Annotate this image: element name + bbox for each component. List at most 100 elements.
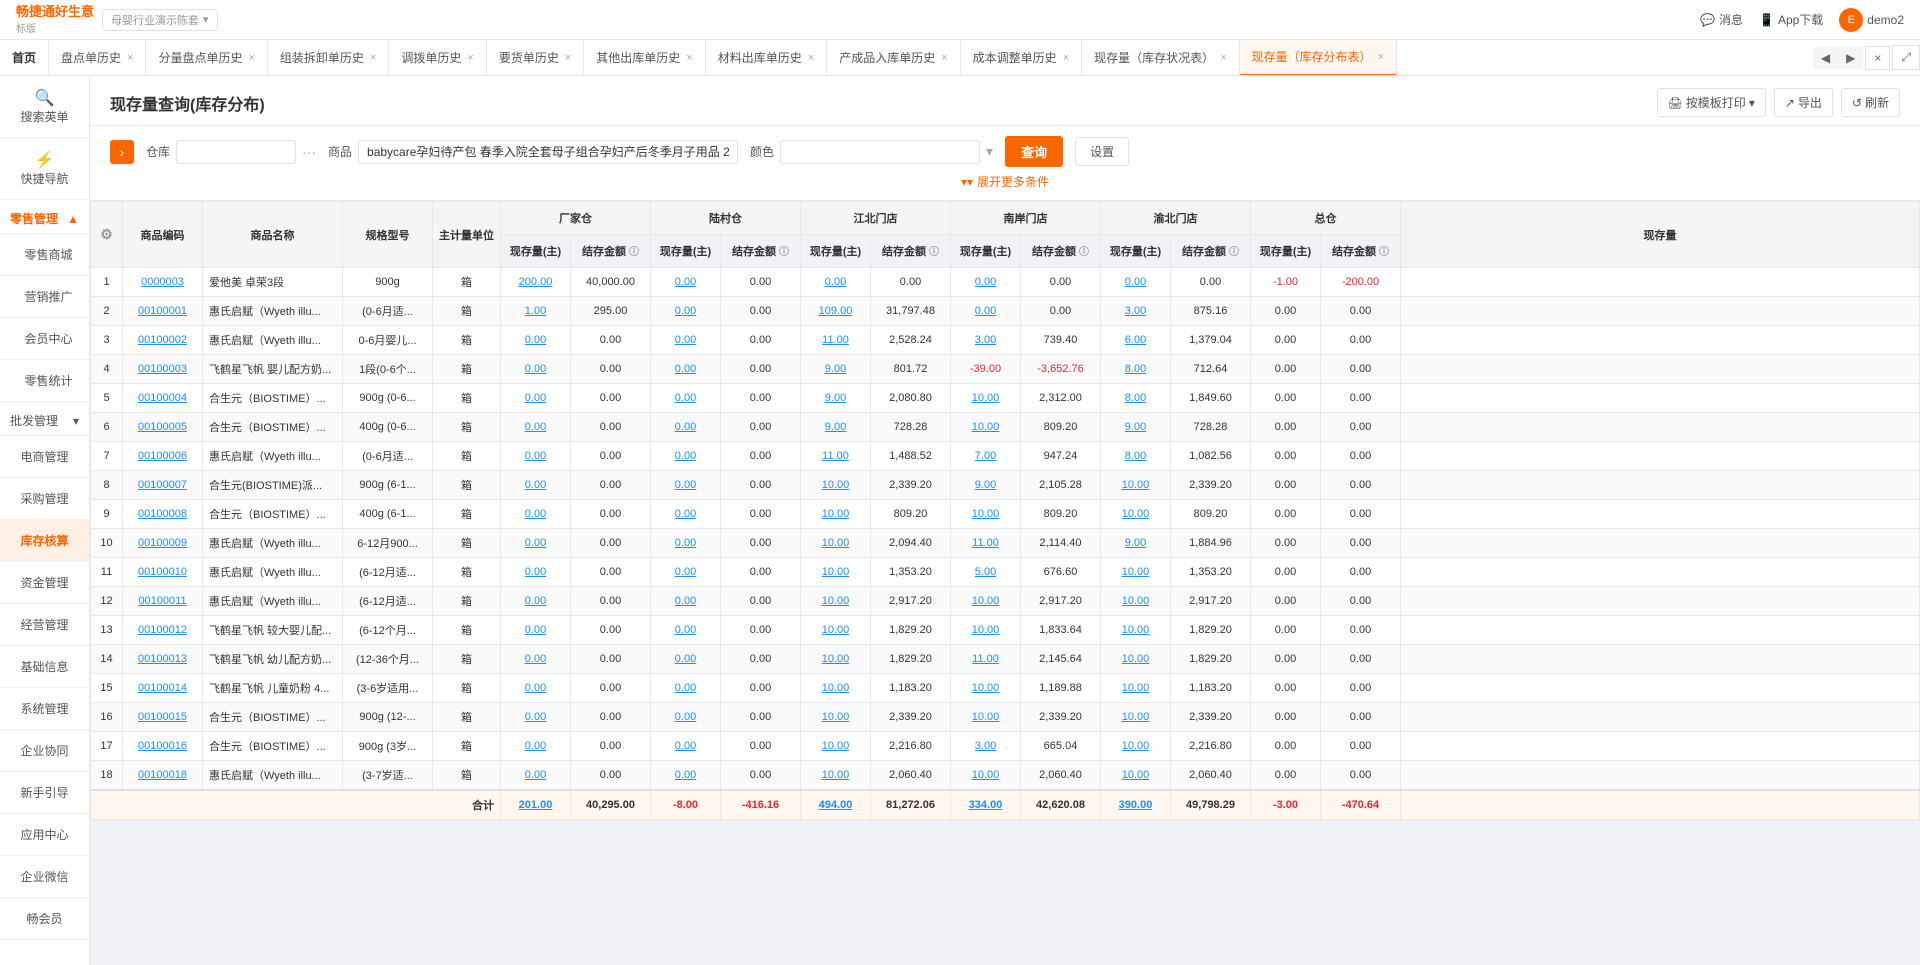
sidebar-item-appcenter[interactable]: 应用中心 [0,814,89,856]
cell-code[interactable]: 00100006 [123,442,203,471]
cell-lc-qty[interactable]: 0.00 [651,616,721,645]
cell-yb-qty[interactable]: 10.00 [1101,558,1171,587]
cell-na-qty[interactable]: 0.00 [951,268,1021,297]
cell-code[interactable]: 00100001 [123,297,203,326]
cell-code[interactable]: 00100015 [123,703,203,732]
cell-jb-qty[interactable]: 10.00 [801,645,871,674]
sidebar-section-wholesale[interactable]: 批发管理 ▾ [0,402,89,436]
cell-jb-qty[interactable]: 0.00 [801,268,871,297]
cell-na-qty[interactable]: 10.00 [951,703,1021,732]
sidebar-item-marketing[interactable]: 营销推广 [0,276,89,318]
cell-lc-qty[interactable]: 0.00 [651,326,721,355]
app-download-btn[interactable]: 📱 App下载 [1759,11,1823,28]
sidebar-item-search[interactable]: 🔍 搜索英单 [0,76,89,138]
close-tab-chengben[interactable]: × [1063,52,1069,64]
export-button[interactable]: ↗ 导出 [1774,88,1833,117]
cell-yb-qty[interactable]: 9.00 [1101,529,1171,558]
cell-fc-qty[interactable]: 0.00 [501,674,571,703]
sidebar-item-changhui[interactable]: 畅会员 [0,898,89,940]
sidebar-item-basic[interactable]: 基础信息 [0,646,89,688]
cell-na-qty[interactable]: 3.00 [951,326,1021,355]
cell-yb-qty[interactable]: 0.00 [1101,268,1171,297]
tab-close-all[interactable]: × [1865,46,1890,70]
tab-chengben[interactable]: 成本调整单历史 × [961,40,1082,76]
tab-cailiao[interactable]: 材料出库单历史 × [706,40,827,76]
cell-fc-qty[interactable]: 0.00 [501,529,571,558]
cell-fc-qty[interactable]: 0.00 [501,413,571,442]
sidebar-item-retailstore[interactable]: 零售商城 [0,234,89,276]
cell-jb-qty[interactable]: 10.00 [801,587,871,616]
cell-fc-qty[interactable]: 0.00 [501,442,571,471]
cell-lc-qty[interactable]: 0.00 [651,384,721,413]
cell-yb-qty[interactable]: 10.00 [1101,500,1171,529]
cell-yb-qty[interactable]: 10.00 [1101,703,1171,732]
close-tab-fenpan[interactable]: × [248,52,254,64]
close-tab-zuzhuang[interactable]: × [370,52,376,64]
cell-lc-qty[interactable]: 0.00 [651,558,721,587]
tab-chuku[interactable]: 其他出库单历史 × [584,40,705,76]
close-tab-cailiao[interactable]: × [808,52,814,64]
close-tab-pandian[interactable]: × [127,52,133,64]
cell-jb-qty[interactable]: 10.00 [801,500,871,529]
close-tab-diaob[interactable]: × [467,52,473,64]
cell-code[interactable]: 00100018 [123,761,203,791]
tab-pandian[interactable]: 盘点单历史 × [49,40,146,76]
cell-jb-qty[interactable]: 10.00 [801,471,871,500]
sidebar-section-retail[interactable]: 零售管理 ▲ [0,200,89,234]
close-tab-yaohuo[interactable]: × [565,52,571,64]
tab-fenpan[interactable]: 分量盘点单历史 × [146,40,267,76]
warehouse-input[interactable] [176,140,296,164]
sidebar-item-collab[interactable]: 企业协同 [0,730,89,772]
cell-code[interactable]: 00100009 [123,529,203,558]
cell-code[interactable]: 00100004 [123,384,203,413]
sidebar-item-member[interactable]: 会员中心 [0,318,89,360]
cell-fc-qty[interactable]: 0.00 [501,500,571,529]
cell-code[interactable]: 00100014 [123,674,203,703]
message-btn[interactable]: 💬 消息 [1700,11,1743,28]
cell-fc-qty[interactable]: 0.00 [501,587,571,616]
sidebar-item-purchase[interactable]: 采购管理 [0,478,89,520]
close-tab-chuku[interactable]: × [686,52,692,64]
cell-na-qty[interactable]: 10.00 [951,674,1021,703]
cell-yb-qty[interactable]: 6.00 [1101,326,1171,355]
cell-yb-qty[interactable]: 10.00 [1101,471,1171,500]
sidebar-item-wxwork[interactable]: 企业微信 [0,856,89,898]
cell-jb-qty[interactable]: 9.00 [801,355,871,384]
industry-selector[interactable]: 母婴行业演示陈套 ▾ [102,9,218,31]
footer-jb-qty[interactable]: 494.00 [801,790,871,820]
cell-jb-qty[interactable]: 10.00 [801,616,871,645]
cell-fc-qty[interactable]: 0.00 [501,645,571,674]
cell-yb-qty[interactable]: 10.00 [1101,616,1171,645]
cell-code[interactable]: 00100005 [123,413,203,442]
cell-code[interactable]: 00100013 [123,645,203,674]
cell-na-qty[interactable]: 11.00 [951,529,1021,558]
cell-fc-qty[interactable]: 0.00 [501,558,571,587]
cell-na-qty[interactable]: 0.00 [951,297,1021,326]
cell-lc-qty[interactable]: 0.00 [651,471,721,500]
sidebar-item-finance[interactable]: 资金管理 [0,562,89,604]
query-button[interactable]: 查询 [1005,136,1063,167]
cell-jb-qty[interactable]: 11.00 [801,326,871,355]
cell-fc-qty[interactable]: 0.00 [501,326,571,355]
cell-lc-qty[interactable]: 0.00 [651,529,721,558]
cell-fc-qty[interactable]: 0.00 [501,471,571,500]
footer-na-qty[interactable]: 334.00 [951,790,1021,820]
cell-yb-qty[interactable]: 10.00 [1101,761,1171,791]
color-dots[interactable]: ▾ [986,143,993,160]
cell-lc-qty[interactable]: 0.00 [651,645,721,674]
cell-lc-qty[interactable]: 0.00 [651,500,721,529]
tab-kucun-dist[interactable]: 现存量（库存分布表） × [1240,40,1397,76]
settings-button[interactable]: 设置 [1075,137,1129,166]
cell-lc-qty[interactable]: 0.00 [651,761,721,791]
cell-code[interactable]: 0000003 [123,268,203,297]
tab-chanpin[interactable]: 产成品入库单历史 × [827,40,960,76]
cell-fc-qty[interactable]: 0.00 [501,355,571,384]
cell-code[interactable]: 00100003 [123,355,203,384]
cell-lc-qty[interactable]: 0.00 [651,413,721,442]
cell-na-qty[interactable]: 10.00 [951,616,1021,645]
expand-more[interactable]: ▾▾ 展开更多条件 [110,173,1900,190]
sidebar-item-guide[interactable]: 新手引导 [0,772,89,814]
cell-na-qty[interactable]: 9.00 [951,471,1021,500]
cell-na-qty[interactable]: 10.00 [951,500,1021,529]
close-tab-chanpin[interactable]: × [941,52,947,64]
